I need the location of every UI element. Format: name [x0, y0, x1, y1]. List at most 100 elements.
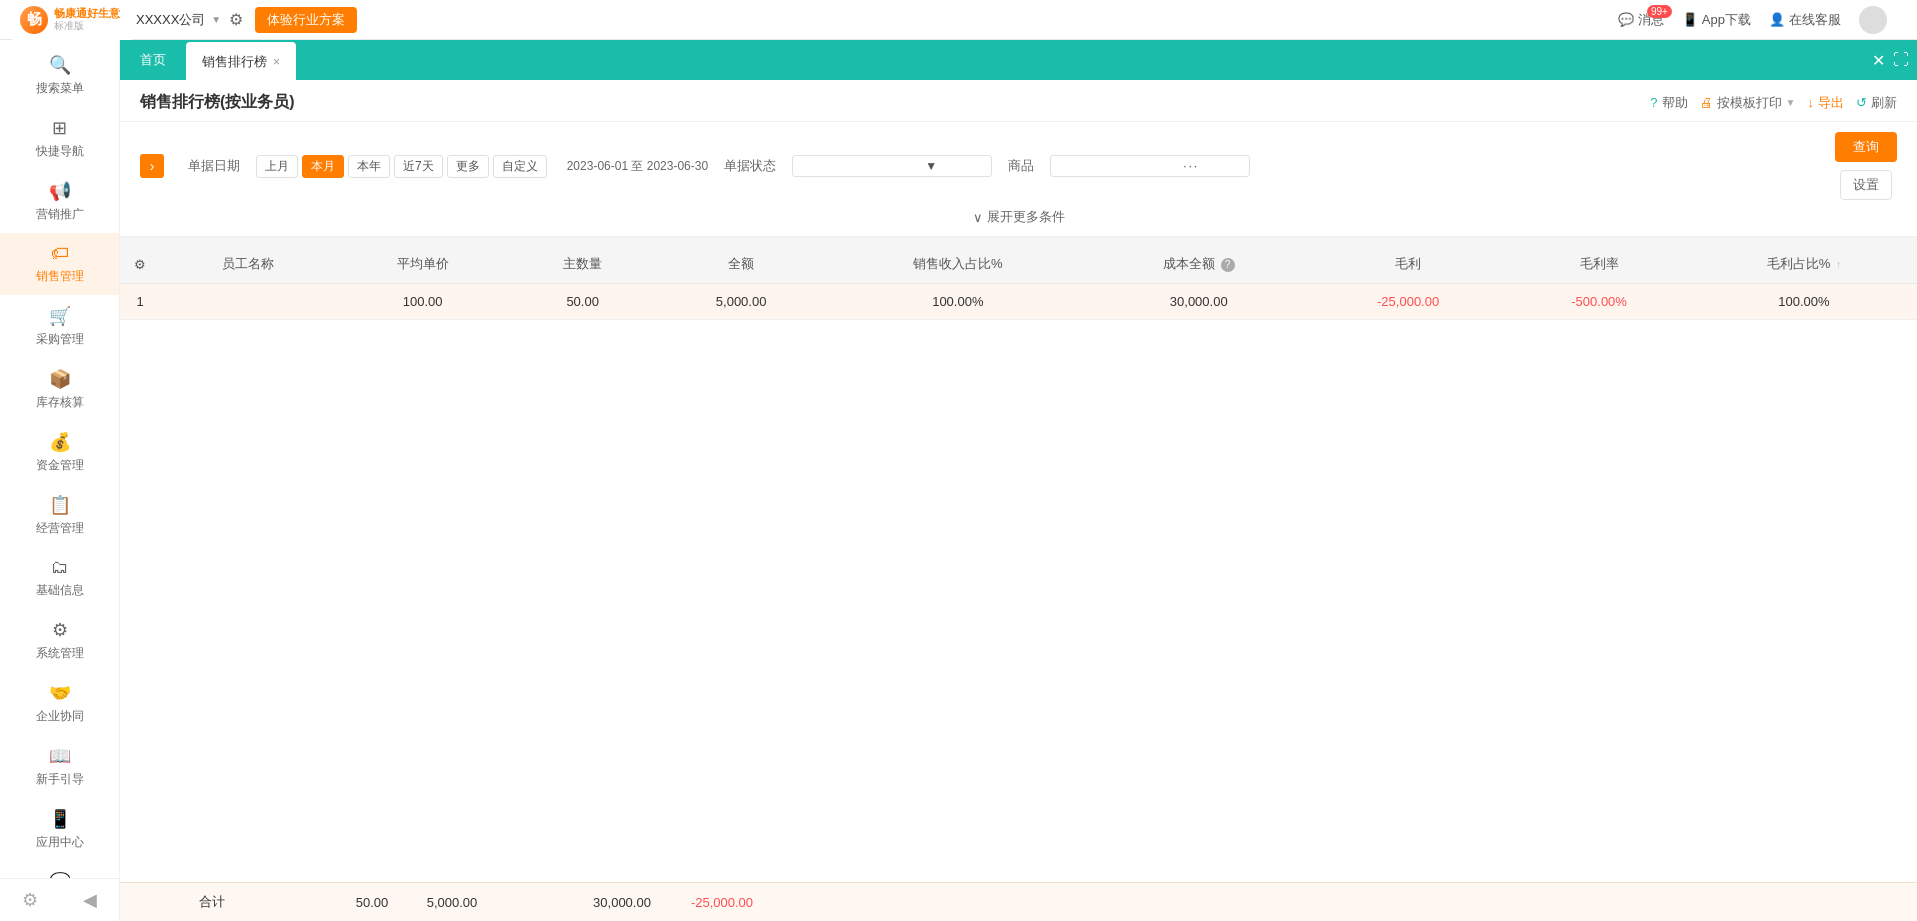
system-icon: ⚙ — [52, 619, 68, 641]
sidebar-item-sales[interactable]: 🏷 销售管理 — [0, 233, 119, 295]
page-title: 销售排行榜(按业务员) — [140, 92, 295, 113]
top-bar: 畅 畅康通好生意 标准版 XXXXX公司 ▼ ⚙ 体验行业方案 💬 消息 99+… — [0, 0, 1917, 40]
footer-name: 合计 — [172, 893, 252, 911]
cell-gross-rate: -500.00% — [1507, 284, 1690, 320]
sidebar-item-apps[interactable]: 📱 应用中心 — [0, 798, 119, 861]
query-button[interactable]: 查询 — [1835, 132, 1897, 162]
tab-home-label: 首页 — [140, 51, 166, 69]
tab-home[interactable]: 首页 — [120, 40, 186, 80]
sidebar-item-inventory[interactable]: 📦 库存核算 — [0, 358, 119, 421]
cost-info-icon[interactable]: ? — [1221, 258, 1235, 272]
company-chevron-icon: ▼ — [211, 14, 221, 25]
col-gross: 毛利 — [1309, 245, 1507, 284]
logo-icon: 畅 — [20, 6, 48, 34]
sidebar-item-search[interactable]: 🔍 搜索菜单 — [0, 44, 119, 107]
apps-icon: 📱 — [49, 808, 71, 830]
tab-bar-right: ✕ ⛶ — [1872, 51, 1917, 70]
page-header: 销售排行榜(按业务员) ? 帮助 🖨 按模板打印 ▼ ↓ 导出 ↺ 刷新 — [120, 80, 1917, 122]
date-btn-current-month[interactable]: 本月 — [302, 155, 344, 178]
wechat-icon: 💬 — [49, 871, 71, 878]
col-name: 员工名称 — [160, 245, 335, 284]
col-amount: 全额 — [655, 245, 827, 284]
tab-close-window-icon[interactable]: ✕ — [1872, 51, 1885, 70]
expand-more-label: 展开更多条件 — [987, 208, 1065, 226]
sidebar-item-enterprise[interactable]: 🤝 企业协同 — [0, 672, 119, 735]
col-settings[interactable]: ⚙ — [120, 245, 160, 284]
message-button[interactable]: 💬 消息 99+ — [1618, 11, 1664, 29]
help-label: 帮助 — [1662, 94, 1688, 112]
refresh-icon: ↺ — [1856, 95, 1867, 110]
tab-close-icon[interactable]: × — [273, 55, 280, 69]
col-cost: 成本全额 ? — [1089, 245, 1309, 284]
refresh-label: 刷新 — [1871, 94, 1897, 112]
date-btn-current-year[interactable]: 本年 — [348, 155, 390, 178]
sidebar-label-search: 搜索菜单 — [36, 80, 84, 97]
col-sales-pct: 销售收入占比% — [827, 245, 1089, 284]
online-service-button[interactable]: 👤 在线客服 — [1769, 11, 1841, 29]
basic-icon: 🗂 — [51, 557, 69, 578]
sidebar-collapse-icon[interactable]: ◀ — [83, 889, 97, 911]
sidebar-item-basic[interactable]: 🗂 基础信息 — [0, 547, 119, 609]
date-filter-label: 单据日期 — [188, 157, 240, 175]
date-btn-custom[interactable]: 自定义 — [493, 155, 547, 178]
help-icon: ? — [1650, 95, 1657, 110]
expand-more-button[interactable]: ∨ 展开更多条件 — [140, 208, 1897, 226]
print-chevron-icon: ▼ — [1786, 97, 1796, 108]
sidebar-item-shortcut[interactable]: ⊞ 快捷导航 — [0, 107, 119, 170]
settings-col-icon: ⚙ — [134, 257, 146, 272]
cell-rank: 1 — [120, 284, 160, 320]
avatar[interactable] — [1859, 6, 1887, 34]
expand-more-icon: ∨ — [973, 210, 983, 225]
print-button[interactable]: 🖨 按模板打印 ▼ — [1700, 94, 1796, 112]
date-btn-more[interactable]: 更多 — [447, 155, 489, 178]
filter-expand-left-button[interactable]: › — [140, 154, 164, 178]
grid-icon: ⊞ — [52, 117, 67, 139]
header-row: ⚙ 员工名称 平均单价 主数量 全额 销售收入占比% 成本全额 ? 毛利 毛利率 — [120, 245, 1917, 284]
status-select-chevron-icon: ▼ — [925, 159, 983, 173]
sidebar-item-wechat[interactable]: 💬 企业微信 — [0, 861, 119, 878]
goods-select[interactable]: ··· — [1050, 155, 1250, 177]
date-btn-7days[interactable]: 近7天 — [394, 155, 443, 178]
enterprise-icon: 🤝 — [49, 682, 71, 704]
date-btn-prev-month[interactable]: 上月 — [256, 155, 298, 178]
goods-dots-icon[interactable]: ··· — [1183, 159, 1241, 173]
company-name: XXXXX公司 — [136, 11, 205, 29]
sidebar-item-marketing[interactable]: 📢 营销推广 — [0, 170, 119, 233]
app-download-button[interactable]: 📱 App下载 — [1682, 11, 1751, 29]
main-area: 首页 销售排行榜 × ✕ ⛶ 销售排行榜(按业务员) ? 帮助 🖨 按模板打印 — [120, 40, 1917, 921]
status-select[interactable]: ▼ — [792, 155, 992, 177]
settings-icon[interactable]: ⚙ — [229, 10, 243, 29]
sidebar-label-marketing: 营销推广 — [36, 206, 84, 223]
sidebar-settings-icon[interactable]: ⚙ — [22, 889, 38, 911]
filter-actions: 查询 设置 — [1835, 132, 1897, 200]
sidebar-item-guide[interactable]: 📖 新手引导 — [0, 735, 119, 798]
table-row: 1 100.00 50.00 5,000.00 100.00% 30,000.0… — [120, 284, 1917, 320]
help-button[interactable]: ? 帮助 — [1650, 94, 1687, 112]
tab-maximize-icon[interactable]: ⛶ — [1893, 51, 1909, 69]
sidebar-item-operations[interactable]: 📋 经营管理 — [0, 484, 119, 547]
refresh-button[interactable]: ↺ 刷新 — [1856, 94, 1897, 112]
page-header-actions: ? 帮助 🖨 按模板打印 ▼ ↓ 导出 ↺ 刷新 — [1650, 94, 1897, 112]
app-download-label: App下载 — [1702, 11, 1751, 29]
footer-cost: 30,000.00 — [572, 895, 672, 910]
sidebar-label-guide: 新手引导 — [36, 771, 84, 788]
export-button[interactable]: ↓ 导出 — [1808, 94, 1845, 112]
tab-sales-ranking-label: 销售排行榜 — [202, 53, 267, 71]
table-wrapper: ⚙ 员工名称 平均单价 主数量 全额 销售收入占比% 成本全额 ? 毛利 毛利率 — [120, 245, 1917, 882]
sales-icon: 🏷 — [51, 243, 69, 264]
logo-text: 畅康通好生意 — [54, 7, 120, 20]
gross-pct-sort-icon[interactable]: ↑ — [1836, 259, 1841, 270]
sidebar-item-purchase[interactable]: 🛒 采购管理 — [0, 295, 119, 358]
table-header: ⚙ 员工名称 平均单价 主数量 全额 销售收入占比% 成本全额 ? 毛利 毛利率 — [120, 245, 1917, 284]
settings-button[interactable]: 设置 — [1840, 170, 1892, 200]
sidebar-item-finance[interactable]: 💰 资金管理 — [0, 421, 119, 484]
filter-row: › 单据日期 上月 本月 本年 近7天 更多 自定义 2023-06-01 至 … — [140, 132, 1897, 200]
search-icon: 🔍 — [49, 54, 71, 76]
tab-sales-ranking[interactable]: 销售排行榜 × — [186, 42, 296, 82]
trial-button[interactable]: 体验行业方案 — [255, 7, 357, 33]
footer-gross: -25,000.00 — [672, 895, 772, 910]
sidebar-item-system[interactable]: ⚙ 系统管理 — [0, 609, 119, 672]
export-icon: ↓ — [1808, 95, 1815, 110]
company-selector[interactable]: XXXXX公司 ▼ — [136, 11, 221, 29]
cell-avg-price: 100.00 — [335, 284, 510, 320]
